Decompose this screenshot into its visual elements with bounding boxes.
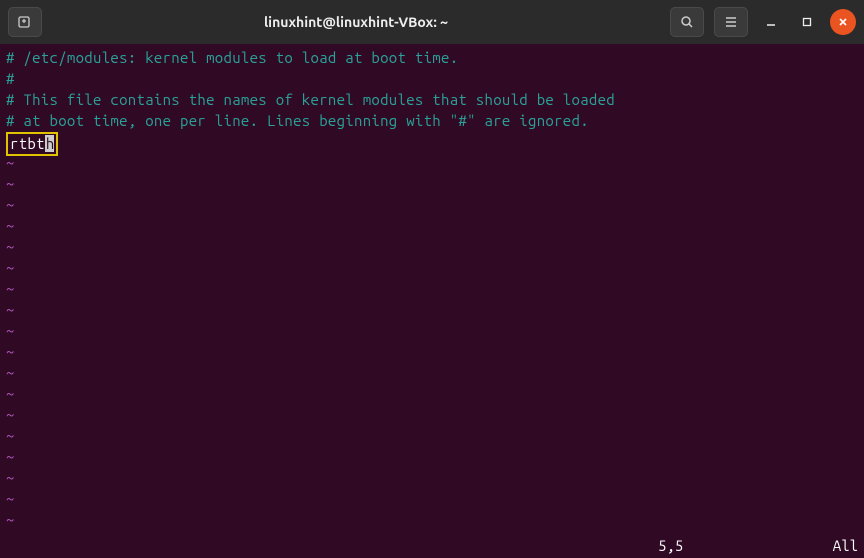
vim-tilde-line: ~: [6, 216, 858, 237]
hamburger-icon: [723, 14, 739, 30]
status-cursor-position: 5,5: [658, 537, 798, 554]
vim-tilde-line: ~: [6, 363, 858, 384]
vim-tilde-line: ~: [6, 153, 858, 174]
file-comment-line: #: [6, 69, 858, 90]
terminal-content[interactable]: # /etc/modules: kernel modules to load a…: [0, 44, 864, 535]
maximize-button[interactable]: [794, 9, 820, 35]
file-comment-line: # at boot time, one per line. Lines begi…: [6, 111, 858, 132]
vim-tilde-line: ~: [6, 468, 858, 489]
status-view-percentage: All: [798, 537, 858, 554]
vim-tilde-line: ~: [6, 237, 858, 258]
file-comment-line: # This file contains the names of kernel…: [6, 90, 858, 111]
vim-tilde-line: ~: [6, 489, 858, 510]
vim-tilde-line: ~: [6, 195, 858, 216]
vim-tilde-line: ~: [6, 342, 858, 363]
editor-line-highlighted: rtbth: [6, 132, 858, 153]
vim-tilde-line: ~: [6, 258, 858, 279]
vim-tilde-line: ~: [6, 279, 858, 300]
new-tab-button[interactable]: [8, 7, 42, 37]
text-cursor: h: [45, 135, 54, 152]
titlebar-left-controls: [8, 7, 42, 37]
vim-tilde-line: ~: [6, 405, 858, 426]
vim-tilde-line: ~: [6, 174, 858, 195]
file-comment-line: # /etc/modules: kernel modules to load a…: [6, 48, 858, 69]
search-icon: [679, 14, 695, 30]
vim-tilde-line: ~: [6, 384, 858, 405]
search-button[interactable]: [670, 7, 704, 37]
status-left: [6, 537, 658, 554]
vim-tilde-line: ~: [6, 447, 858, 468]
vim-tilde-line: ~: [6, 300, 858, 321]
vim-tilde-line: ~: [6, 510, 858, 531]
window-titlebar: linuxhint@linuxhint-VBox: ~: [0, 0, 864, 44]
window-title: linuxhint@linuxhint-VBox: ~: [50, 14, 662, 30]
vim-tilde-line: ~: [6, 321, 858, 342]
close-button[interactable]: [830, 9, 856, 35]
minimize-icon: [765, 16, 777, 28]
minimize-button[interactable]: [758, 9, 784, 35]
vim-status-line: 5,5 All: [6, 537, 858, 554]
titlebar-right-controls: [670, 7, 856, 37]
menu-button[interactable]: [714, 7, 748, 37]
maximize-icon: [801, 16, 813, 28]
new-tab-icon: [17, 14, 33, 30]
close-icon: [837, 16, 849, 28]
vim-tilde-line: ~: [6, 426, 858, 447]
